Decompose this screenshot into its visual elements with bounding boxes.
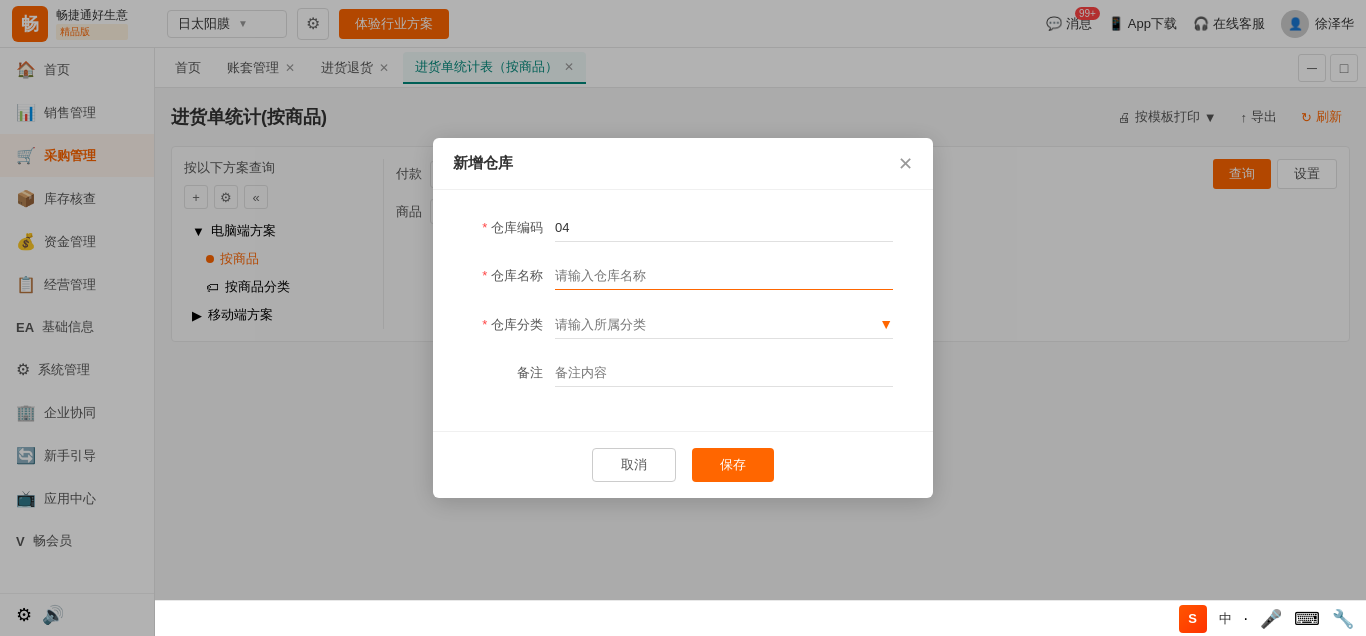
category-dropdown-icon: ▼ <box>879 316 893 332</box>
form-row-code: 仓库编码 <box>473 214 893 242</box>
code-input[interactable] <box>555 214 893 242</box>
code-label: 仓库编码 <box>473 219 543 237</box>
form-row-note: 备注 <box>473 359 893 387</box>
punctuation-icon: · <box>1244 610 1248 628</box>
toolbar-icon[interactable]: 🔧 <box>1332 608 1354 630</box>
cancel-button[interactable]: 取消 <box>592 448 676 482</box>
modal-add-warehouse: 新增仓库 ✕ 仓库编码 仓库名称 仓库分类 ▼ <box>433 138 933 498</box>
keyboard-icon[interactable]: ⌨ <box>1294 608 1320 630</box>
s-logo-icon: S <box>1179 605 1207 633</box>
category-select-row[interactable]: ▼ <box>555 310 893 339</box>
note-label: 备注 <box>473 364 543 382</box>
modal-body: 仓库编码 仓库名称 仓库分类 ▼ 备注 <box>433 190 933 431</box>
form-row-name: 仓库名称 <box>473 262 893 290</box>
mic-icon[interactable]: 🎤 <box>1260 608 1282 630</box>
name-input[interactable] <box>555 262 893 290</box>
modal-footer: 取消 保存 <box>433 431 933 498</box>
category-input[interactable] <box>555 317 879 332</box>
category-label: 仓库分类 <box>473 316 543 334</box>
bottom-bar: S 中 · 🎤 ⌨ 🔧 <box>155 600 1366 636</box>
modal-header: 新增仓库 ✕ <box>433 138 933 190</box>
modal-overlay[interactable]: 新增仓库 ✕ 仓库编码 仓库名称 仓库分类 ▼ <box>0 0 1366 636</box>
form-row-category: 仓库分类 ▼ <box>473 310 893 339</box>
zh-text: 中 <box>1219 610 1232 628</box>
modal-title: 新增仓库 <box>453 154 513 173</box>
note-input[interactable] <box>555 359 893 387</box>
name-label: 仓库名称 <box>473 267 543 285</box>
save-button[interactable]: 保存 <box>692 448 774 482</box>
modal-close-button[interactable]: ✕ <box>898 155 913 173</box>
